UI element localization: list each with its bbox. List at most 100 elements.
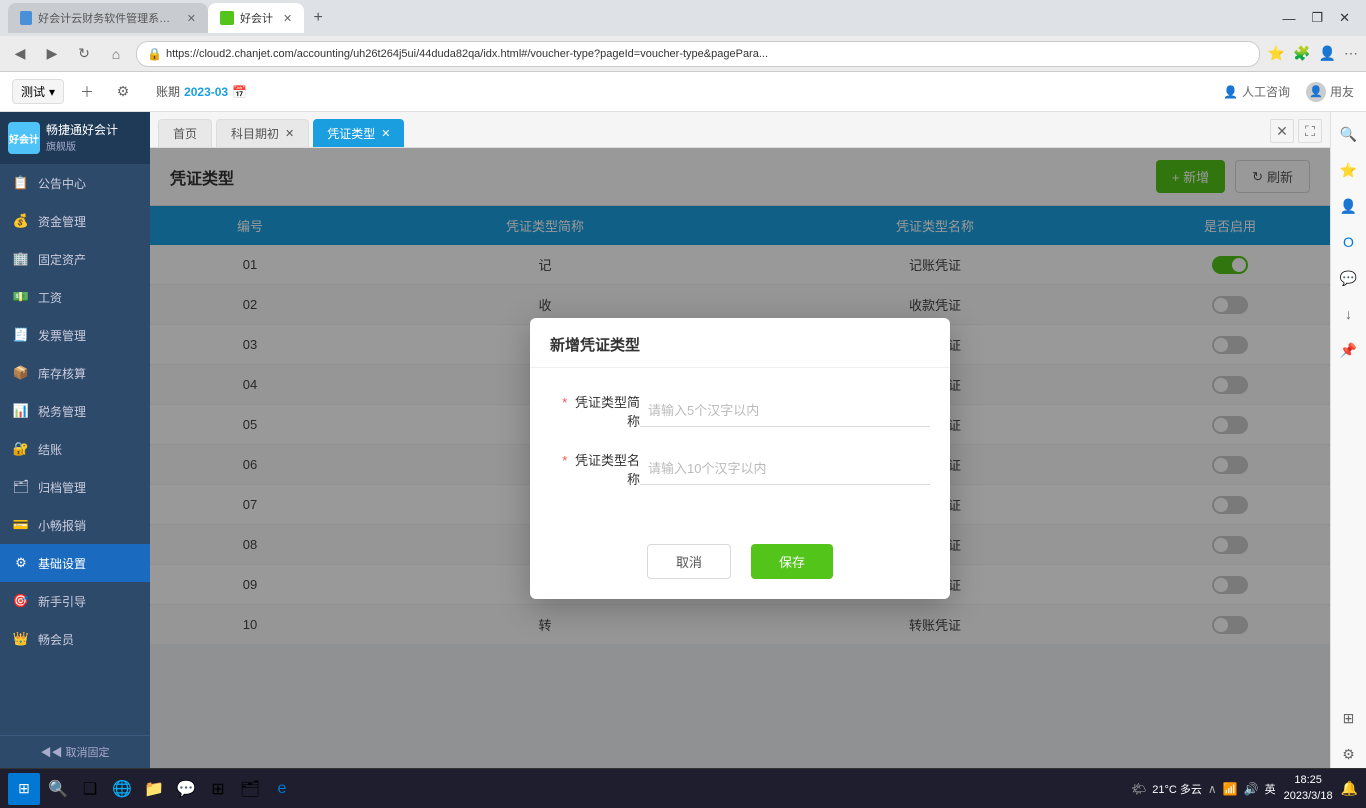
nav-back[interactable]: ◀ (8, 42, 32, 66)
sidebar-item-inventory[interactable]: 📦 库存核算 (0, 354, 150, 392)
browser-tab-inactive[interactable]: 好会计云财务软件管理系统_会计 ✕ (8, 3, 208, 33)
header-right: 👤 人工咨询 👤 用友 (1223, 82, 1354, 102)
weather-text: 21°C 多云 (1152, 781, 1202, 797)
browser-tab-active[interactable]: 好会计 ✕ (208, 3, 304, 33)
tab-home[interactable]: 首页 (158, 119, 212, 147)
weather-icon: 🌤 (1131, 782, 1146, 796)
tab-subject-close[interactable]: ✕ (285, 127, 294, 140)
tab-minimize-btn[interactable]: ✕ (1270, 119, 1294, 143)
sidebar-item-expense[interactable]: 💳 小畅报销 (0, 506, 150, 544)
taskbar-files[interactable]: 🗂 (236, 775, 264, 803)
sidebar-item-member[interactable]: 👑 畅会员 (0, 620, 150, 658)
right-user-icon[interactable]: 👤 (1335, 192, 1363, 220)
right-search-icon[interactable]: 🔍 (1335, 120, 1363, 148)
name-label: * 凭证类型名称 (550, 450, 640, 488)
member-icon: 👑 (12, 630, 30, 648)
taskbar-chevron[interactable]: ∧ (1208, 782, 1217, 796)
tab-close-2[interactable]: ✕ (283, 12, 292, 25)
consult-btn[interactable]: 👤 人工咨询 (1223, 83, 1290, 100)
sidebar-item-archive[interactable]: 🗂 归档管理 (0, 468, 150, 506)
sidebar-item-invoice[interactable]: 🧾 发票管理 (0, 316, 150, 354)
win-minimize[interactable]: — (1274, 9, 1303, 28)
period-info: 账期 2023-03 📅 (156, 83, 247, 100)
member-label: 畅会员 (38, 631, 74, 648)
new-tab-button[interactable]: + (304, 4, 332, 32)
short-input[interactable] (640, 395, 930, 427)
cancel-button[interactable]: 取消 (647, 544, 731, 579)
taskbar-explorer[interactable]: 📁 (140, 775, 168, 803)
right-pin-icon[interactable]: 📌 (1335, 336, 1363, 364)
salary-label: 工资 (38, 289, 62, 306)
taskbar: ⊞ 🔍 ❑ 🌐 📁 💬 ⊞ 🗂 e 🌤 21°C 多云 ∧ 📶 🔊 英 18:2… (0, 768, 1366, 808)
right-star-icon[interactable]: ⭐ (1335, 156, 1363, 184)
taskbar-wechat[interactable]: 💬 (172, 775, 200, 803)
save-button[interactable]: 保存 (751, 544, 833, 579)
right-outlook-icon[interactable]: O (1335, 228, 1363, 256)
newbie-icon: 🎯 (12, 592, 30, 610)
sidebar-item-newbie[interactable]: 🎯 新手引导 (0, 582, 150, 620)
logo-sub: 旗舰版 (46, 138, 118, 153)
tab-close-1[interactable]: ✕ (187, 12, 196, 25)
cancel-pin-btn[interactable]: ◀◀ 取消固定 (0, 735, 150, 768)
workspace-selector[interactable]: 测试 ▾ (12, 79, 64, 104)
settings-icon[interactable]: ⚙ (110, 79, 136, 105)
browser-chrome: 好会计云财务软件管理系统_会计 ✕ 好会计 ✕ + — ❐ ✕ ◀ ▶ ↻ ⌂ … (0, 0, 1366, 72)
win-close[interactable]: ✕ (1331, 8, 1358, 28)
taskbar-edge[interactable]: e (268, 775, 296, 803)
notice-icon: 📋 (12, 174, 30, 192)
sidebar-item-assets[interactable]: 🏢 固定资产 (0, 240, 150, 278)
newbie-label: 新手引导 (38, 593, 86, 610)
right-chat-icon[interactable]: 💬 (1335, 264, 1363, 292)
nav-refresh[interactable]: ↻ (72, 42, 96, 66)
assets-icon: 🏢 (12, 250, 30, 268)
fund-icon: 💰 (12, 212, 30, 230)
sidebar-item-settings[interactable]: ⚙ 基础设置 (0, 544, 150, 582)
start-button[interactable]: ⊞ (8, 773, 40, 805)
favorites-icon[interactable]: ⭐ (1268, 45, 1285, 62)
logo-icon: 好会计 (8, 122, 40, 154)
taskbar-task-view[interactable]: ❑ (76, 775, 104, 803)
address-box[interactable]: 🔒 https://cloud2.chanjet.com/accounting/… (136, 41, 1260, 67)
taskbar-office[interactable]: ⊞ (204, 775, 232, 803)
calendar-icon[interactable]: 📅 (232, 85, 247, 99)
tab-voucher-type-close[interactable]: ✕ (381, 127, 390, 140)
language-label: 英 (1265, 781, 1276, 797)
url-text: https://cloud2.chanjet.com/accounting/uh… (166, 48, 1249, 60)
sidebar-item-fund[interactable]: 💰 资金管理 (0, 202, 150, 240)
name-input[interactable] (640, 453, 930, 485)
settings-label: 基础设置 (38, 555, 86, 572)
consult-label: 人工咨询 (1242, 83, 1290, 100)
user-btn[interactable]: 👤 用友 (1306, 82, 1354, 102)
invoice-icon: 🧾 (12, 326, 30, 344)
profile-icon[interactable]: 👤 (1319, 45, 1336, 62)
modal-overlay: 新增凭证类型 * 凭证类型简称 (150, 148, 1330, 768)
more-icon[interactable]: ⋯ (1344, 45, 1358, 62)
main-content: 首页 科目期初 ✕ 凭证类型 ✕ ✕ ⛶ 凭证类型 (150, 112, 1330, 768)
add-workspace-btn[interactable]: ＋ (74, 79, 100, 105)
tab-voucher-type[interactable]: 凭证类型 ✕ (313, 119, 404, 147)
workspace-dropdown-icon: ▾ (49, 85, 55, 99)
nav-forward[interactable]: ▶ (40, 42, 64, 66)
notification-btn[interactable]: 🔔 (1341, 780, 1358, 797)
user-label: 用友 (1330, 83, 1354, 100)
sidebar-item-salary[interactable]: 💵 工资 (0, 278, 150, 316)
taskbar-chrome[interactable]: 🌐 (108, 775, 136, 803)
sidebar-item-tax[interactable]: 📊 税务管理 (0, 392, 150, 430)
sidebar-item-checkout[interactable]: 🔐 结账 (0, 430, 150, 468)
nav-home[interactable]: ⌂ (104, 42, 128, 66)
address-bar: ◀ ▶ ↻ ⌂ 🔒 https://cloud2.chanjet.com/acc… (0, 36, 1366, 72)
tab-fullscreen-btn[interactable]: ⛶ (1298, 119, 1322, 143)
right-settings-icon[interactable]: ⚙ (1335, 740, 1363, 768)
right-grid-icon[interactable]: ⊞ (1335, 704, 1363, 732)
modal-dialog: 新增凭证类型 * 凭证类型简称 (530, 318, 950, 599)
taskbar-right: 🌤 21°C 多云 ∧ 📶 🔊 英 18:25 2023/3/18 🔔 (1131, 773, 1358, 804)
extensions-icon[interactable]: 🧩 (1293, 45, 1310, 62)
required-star-name: * (562, 453, 567, 468)
taskbar-search[interactable]: 🔍 (44, 775, 72, 803)
win-maximize[interactable]: ❐ (1303, 8, 1331, 28)
right-download-icon[interactable]: ↓ (1335, 300, 1363, 328)
sidebar-item-notice[interactable]: 📋 公告中心 (0, 164, 150, 202)
taskbar-clock[interactable]: 18:25 2023/3/18 (1284, 773, 1333, 804)
tax-icon: 📊 (12, 402, 30, 420)
tab-subject[interactable]: 科目期初 ✕ (216, 119, 309, 147)
